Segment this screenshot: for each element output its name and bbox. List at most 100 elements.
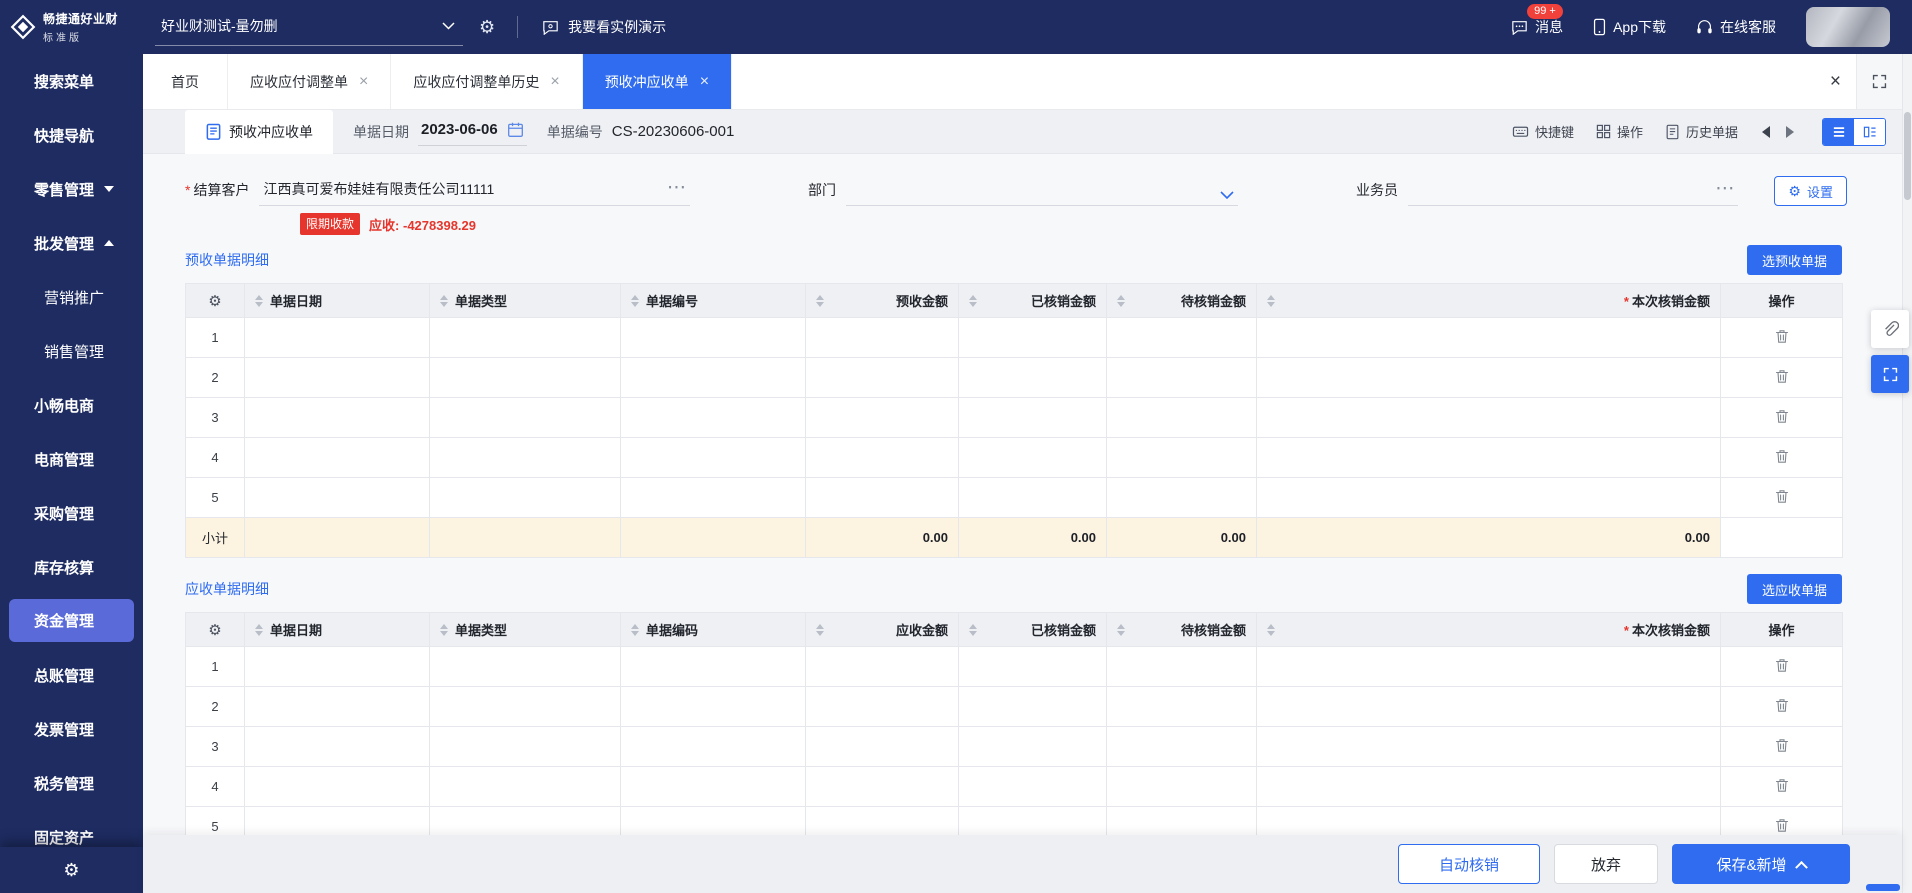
- gear-icon[interactable]: [63, 860, 79, 881]
- sidebar-item-ecommerce[interactable]: 电商管理: [0, 432, 143, 486]
- more-icon[interactable]: [667, 180, 686, 198]
- sort-icon[interactable]: [440, 295, 448, 307]
- sort-icon[interactable]: [969, 295, 977, 307]
- expand-panel-button[interactable]: [1871, 355, 1909, 393]
- shortcut-keys-button[interactable]: 快捷键: [1512, 122, 1574, 141]
- doc-date-value: 2023-06-06: [421, 120, 498, 138]
- fullscreen-button[interactable]: [1856, 54, 1902, 109]
- online-service-button[interactable]: 在线客服: [1696, 17, 1776, 37]
- customer-field[interactable]: 江西真可爱布娃娃有限责任公司11111: [259, 179, 690, 206]
- current-amount-cell[interactable]: [1256, 317, 1721, 358]
- next-doc-icon[interactable]: [1786, 125, 1794, 138]
- delete-row-icon[interactable]: [1775, 409, 1789, 424]
- close-icon[interactable]: [550, 73, 559, 91]
- salesman-field[interactable]: [1408, 181, 1739, 206]
- delete-row-icon[interactable]: [1775, 778, 1789, 793]
- settings-button[interactable]: 设置: [1774, 176, 1847, 206]
- sort-icon[interactable]: [816, 295, 824, 307]
- current-amount-cell[interactable]: [1256, 766, 1721, 807]
- actions-button[interactable]: 操作: [1596, 122, 1643, 141]
- chevron-down-icon[interactable]: [1220, 191, 1234, 199]
- sidebar-settings-bar: [0, 847, 143, 893]
- history-docs-button[interactable]: 历史单据: [1665, 122, 1738, 141]
- current-amount-cell[interactable]: [1256, 437, 1721, 478]
- sort-icon[interactable]: [255, 295, 263, 307]
- tab-prepay-offset[interactable]: 预收冲应收单: [582, 54, 733, 109]
- sort-icon[interactable]: [1117, 295, 1125, 307]
- card-view-icon: [1863, 126, 1876, 137]
- close-all-tabs-icon[interactable]: [1815, 71, 1856, 93]
- vertical-scrollbar[interactable]: [1902, 54, 1912, 893]
- save-and-new-button[interactable]: 保存&新增: [1672, 844, 1850, 884]
- sidebar-item-invoice[interactable]: 发票管理: [0, 702, 143, 756]
- delete-row-icon[interactable]: [1775, 449, 1789, 464]
- sidebar-item-inventory[interactable]: 库存核算: [0, 540, 143, 594]
- delete-row-icon[interactable]: [1775, 489, 1789, 504]
- sort-icon[interactable]: [631, 295, 639, 307]
- sidebar-item-wholesale[interactable]: 批发管理: [0, 216, 143, 270]
- current-amount-cell[interactable]: [1256, 477, 1721, 518]
- horizontal-scrollbar-thumb[interactable]: [1866, 884, 1900, 891]
- tab-adjustment-doc[interactable]: 应收应付调整单: [228, 54, 392, 109]
- column-settings-icon[interactable]: [208, 621, 221, 639]
- delete-row-icon[interactable]: [1775, 738, 1789, 753]
- scrollbar-thumb[interactable]: [1904, 112, 1911, 200]
- delete-row-icon[interactable]: [1775, 658, 1789, 673]
- sidebar-item-funds[interactable]: 资金管理: [9, 599, 134, 642]
- auto-writeoff-button[interactable]: 自动核销: [1398, 844, 1540, 884]
- current-amount-cell[interactable]: [1256, 686, 1721, 727]
- message-count-badge: 99 +: [1527, 4, 1563, 19]
- company-select[interactable]: 好业财测试-量勿删: [155, 9, 463, 46]
- prev-doc-icon[interactable]: [1762, 125, 1770, 138]
- discard-button[interactable]: 放弃: [1554, 844, 1658, 884]
- sidebar-item-purchase[interactable]: 采购管理: [0, 486, 143, 540]
- sort-icon[interactable]: [255, 624, 263, 636]
- account-settings-icon[interactable]: [479, 17, 495, 38]
- sidebar-item-ledger[interactable]: 总账管理: [0, 648, 143, 702]
- sort-icon[interactable]: [816, 624, 824, 636]
- delete-row-icon[interactable]: [1775, 329, 1789, 344]
- department-field[interactable]: [846, 191, 1238, 206]
- doc-date-field[interactable]: 2023-06-06: [418, 118, 527, 146]
- sort-icon[interactable]: [440, 624, 448, 636]
- close-icon[interactable]: [700, 73, 709, 91]
- close-icon[interactable]: [359, 73, 368, 91]
- list-view-button[interactable]: [1823, 118, 1854, 145]
- attachment-button[interactable]: [1871, 310, 1909, 348]
- select-receivable-docs-button[interactable]: 选应收单据: [1746, 574, 1842, 604]
- messages-button[interactable]: 消息 99 +: [1511, 4, 1563, 37]
- select-prepay-docs-button[interactable]: 选预收单据: [1746, 245, 1842, 275]
- sidebar-item-tax[interactable]: 税务管理: [0, 756, 143, 810]
- delete-row-icon[interactable]: [1775, 818, 1789, 833]
- card-view-button[interactable]: [1854, 118, 1885, 145]
- table-row: 4: [185, 437, 1843, 478]
- user-avatar[interactable]: [1806, 7, 1890, 47]
- current-amount-cell[interactable]: [1256, 357, 1721, 398]
- delete-row-icon[interactable]: [1775, 369, 1789, 384]
- sort-icon[interactable]: [1117, 624, 1125, 636]
- tab-adjustment-history[interactable]: 应收应付调整单历史: [391, 54, 583, 109]
- current-amount-cell[interactable]: [1256, 806, 1721, 835]
- current-amount-cell[interactable]: [1256, 397, 1721, 438]
- app-download-button[interactable]: App下载: [1593, 17, 1666, 37]
- current-amount-cell[interactable]: [1256, 726, 1721, 767]
- sidebar-item-xiaochang-ecom[interactable]: 小畅电商: [0, 378, 143, 432]
- current-amount-cell[interactable]: [1256, 646, 1721, 687]
- tab-home[interactable]: 首页: [143, 54, 228, 109]
- sidebar-item-sales[interactable]: 销售管理: [0, 324, 143, 378]
- document-tab[interactable]: 预收冲应收单: [185, 109, 333, 154]
- sidebar-item-search-menu[interactable]: 搜索菜单: [0, 54, 143, 108]
- delete-row-icon[interactable]: [1775, 698, 1789, 713]
- sort-icon[interactable]: [1267, 295, 1275, 307]
- demo-link[interactable]: 我要看实例演示: [542, 17, 666, 37]
- more-icon[interactable]: [1715, 181, 1734, 199]
- sidebar-item-marketing[interactable]: 营销推广: [0, 270, 143, 324]
- table-row: 1: [185, 317, 1843, 358]
- column-settings-icon[interactable]: [208, 292, 221, 310]
- brand-logo: 畅捷通好业财 标准版: [0, 10, 143, 44]
- sort-icon[interactable]: [1267, 624, 1275, 636]
- sort-icon[interactable]: [969, 624, 977, 636]
- sort-icon[interactable]: [631, 624, 639, 636]
- sidebar-item-retail[interactable]: 零售管理: [0, 162, 143, 216]
- sidebar-item-quick-nav[interactable]: 快捷导航: [0, 108, 143, 162]
